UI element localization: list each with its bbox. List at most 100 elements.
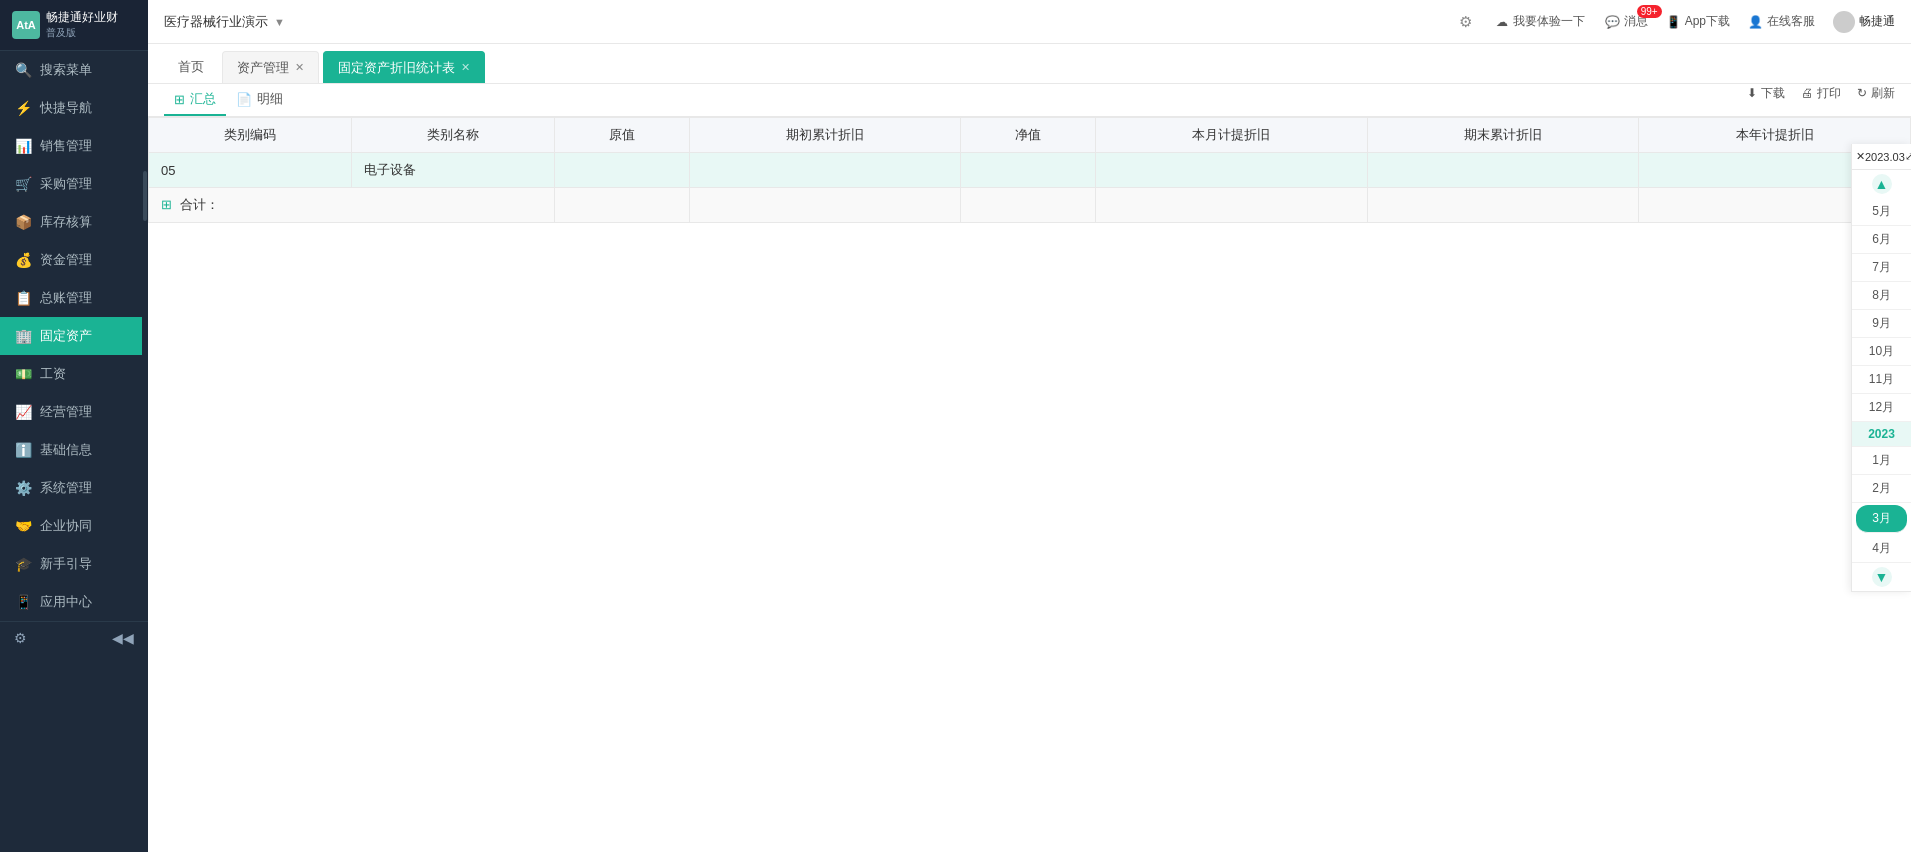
tab-detail[interactable]: 📄 明细 xyxy=(226,84,293,116)
sidebar-item-basic-info[interactable]: ℹ️ 基础信息 xyxy=(0,431,142,469)
month-5[interactable]: 5月 xyxy=(1852,198,1911,226)
experience-btn[interactable]: ☁ 我要体验一下 xyxy=(1488,9,1593,34)
search-icon: 🔍 xyxy=(14,62,32,78)
sidebar-item-guide[interactable]: 🎓 新手引导 xyxy=(0,545,142,583)
collapse-icon[interactable]: ◀◀ xyxy=(112,630,134,646)
nav-down-btn[interactable]: ▼ xyxy=(1872,567,1892,587)
total-icon: ⊞ xyxy=(161,197,172,212)
message-btn[interactable]: 💬 消息 99+ xyxy=(1605,13,1648,30)
table-container: 类别编码 类别名称 原值 期初累计折旧 净值 本月计提折旧 期末累计折旧 本年计… xyxy=(148,117,1911,852)
date-panel: ✕ 2023.03 ⤢ ▲ 5月 6月 7月 8月 9月 10月 11月 12月… xyxy=(1851,144,1911,592)
sidebar-item-quick-nav[interactable]: ⚡ 快捷导航 xyxy=(0,89,142,127)
purchase-icon: 🛒 xyxy=(14,176,32,192)
app-center-icon: 📱 xyxy=(14,594,32,610)
month-10[interactable]: 10月 xyxy=(1852,338,1911,366)
total-row: ⊞ 合计： 791.67 xyxy=(149,188,1911,223)
month-11[interactable]: 11月 xyxy=(1852,366,1911,394)
sidebar: AtA 畅捷通好业财 普及版 🔍 搜索菜单 ⚡ 快捷导航 📊 销售管理 🛒 采购… xyxy=(0,0,148,852)
download-btn[interactable]: ⬇ 下载 xyxy=(1747,85,1785,102)
col-header-monthly: 本月计提折旧 xyxy=(1095,118,1367,153)
sidebar-item-app-center[interactable]: 📱 应用中心 xyxy=(0,583,142,621)
enterprise-icon: 🤝 xyxy=(14,518,32,534)
date-panel-year-display: 2023.03 xyxy=(1865,151,1905,163)
print-btn[interactable]: 🖨 打印 xyxy=(1801,85,1841,102)
inner-tabs: ⊞ 汇总 📄 明细 xyxy=(164,84,293,116)
username: 畅捷通 xyxy=(1859,13,1895,30)
month-12[interactable]: 12月 xyxy=(1852,394,1911,422)
sidebar-item-purchase[interactable]: 🛒 采购管理 xyxy=(0,165,142,203)
cell-code: 05 xyxy=(149,153,352,188)
month-2[interactable]: 2月 xyxy=(1852,475,1911,503)
fixed-assets-icon: 🏢 xyxy=(14,328,32,344)
month-9[interactable]: 9月 xyxy=(1852,310,1911,338)
date-nav-up[interactable]: ▲ xyxy=(1852,170,1911,198)
tab-summary[interactable]: ⊞ 汇总 xyxy=(164,84,226,116)
sales-icon: 📊 xyxy=(14,138,32,154)
topbar-right: 💬 消息 99+ 📱 App下载 👤 在线客服 畅捷通 xyxy=(1605,11,1895,33)
download-icon: ⬇ xyxy=(1747,86,1757,100)
tabbar: 首页 资产管理 ✕ 固定资产折旧统计表 ✕ xyxy=(148,44,1911,84)
month-8[interactable]: 8月 xyxy=(1852,282,1911,310)
cell-total-period-end xyxy=(1367,188,1639,223)
month-4[interactable]: 4月 xyxy=(1852,535,1911,563)
month-7[interactable]: 7月 xyxy=(1852,254,1911,282)
sidebar-item-system[interactable]: ⚙️ 系统管理 xyxy=(0,469,142,507)
cell-total-net xyxy=(961,188,1096,223)
logo-icon: AtA xyxy=(12,11,40,39)
user-menu[interactable]: 畅捷通 xyxy=(1833,11,1895,33)
cell-net xyxy=(961,153,1096,188)
sidebar-logo: AtA 畅捷通好业财 普及版 xyxy=(0,0,148,51)
online-service-btn[interactable]: 👤 在线客服 xyxy=(1748,13,1815,30)
nav-up-btn[interactable]: ▲ xyxy=(1872,174,1892,194)
sidebar-item-finance[interactable]: 💰 资金管理 xyxy=(0,241,142,279)
app-download-btn[interactable]: 📱 App下载 xyxy=(1666,13,1730,30)
content: ⊞ 汇总 📄 明细 ⬇ 下载 🖨 打印 xyxy=(148,84,1911,852)
month-6[interactable]: 6月 xyxy=(1852,226,1911,254)
date-panel-expand[interactable]: ⤢ xyxy=(1905,150,1911,163)
sidebar-item-search[interactable]: 🔍 搜索菜单 xyxy=(0,51,142,89)
sidebar-item-salary[interactable]: 💵 工资 xyxy=(0,355,142,393)
sidebar-item-operations[interactable]: 📈 经营管理 xyxy=(0,393,142,431)
sidebar-item-enterprise[interactable]: 🤝 企业协同 xyxy=(0,507,142,545)
guide-icon: 🎓 xyxy=(14,556,32,572)
month-1[interactable]: 1月 xyxy=(1852,447,1911,475)
date-panel-close[interactable]: ✕ xyxy=(1856,150,1865,163)
settings-icon[interactable]: ⚙ xyxy=(14,630,27,646)
quick-nav-icon: ⚡ xyxy=(14,100,32,116)
gear-icon[interactable]: ⚙ xyxy=(1455,9,1476,35)
service-icon: 👤 xyxy=(1748,15,1763,29)
sidebar-item-sales[interactable]: 📊 销售管理 xyxy=(0,127,142,165)
date-nav-down[interactable]: ▼ xyxy=(1852,563,1911,591)
tab-close-asset[interactable]: ✕ xyxy=(295,61,304,74)
refresh-icon: ↻ xyxy=(1857,86,1867,100)
cell-name: 电子设备 xyxy=(352,153,555,188)
dropdown-arrow-icon: ▼ xyxy=(274,16,285,28)
tab-asset-management[interactable]: 资产管理 ✕ xyxy=(222,51,319,83)
sidebar-item-fixed-assets[interactable]: 🏢 固定资产 xyxy=(0,317,142,355)
sidebar-item-inventory[interactable]: 📦 库存核算 xyxy=(0,203,142,241)
year-2023-label: 2023 xyxy=(1852,422,1911,447)
cell-monthly xyxy=(1095,153,1367,188)
sidebar-item-ledger[interactable]: 📋 总账管理 xyxy=(0,279,142,317)
month-3-active[interactable]: 3月 xyxy=(1856,505,1907,533)
cell-period-end xyxy=(1367,153,1639,188)
cell-initial-dep xyxy=(689,153,961,188)
col-header-period-end: 期末累计折旧 xyxy=(1367,118,1639,153)
date-panel-header: ✕ 2023.03 ⤢ xyxy=(1852,144,1911,170)
message-icon: 💬 xyxy=(1605,15,1620,29)
col-header-name: 类别名称 xyxy=(352,118,555,153)
mobile-icon: 📱 xyxy=(1666,15,1681,29)
tab-close-depreciation[interactable]: ✕ xyxy=(461,61,470,74)
col-header-code: 类别编码 xyxy=(149,118,352,153)
cell-total-initial-dep xyxy=(689,188,961,223)
cell-total-original xyxy=(555,188,690,223)
app-name: 畅捷通好业财 xyxy=(46,10,118,26)
topbar: 医疗器械行业演示 ▼ ⚙ ☁ 我要体验一下 💬 消息 99+ 📱 App下载 👤… xyxy=(148,0,1911,44)
tab-depreciation-report[interactable]: 固定资产折旧统计表 ✕ xyxy=(323,51,485,83)
company-selector[interactable]: 医疗器械行业演示 ▼ xyxy=(164,13,1443,31)
refresh-btn[interactable]: ↻ 刷新 xyxy=(1857,85,1895,102)
sidebar-bottom: ⚙ ◀◀ xyxy=(0,621,148,654)
sidebar-nav: 🔍 搜索菜单 ⚡ 快捷导航 📊 销售管理 🛒 采购管理 📦 库存核算 💰 xyxy=(0,51,142,621)
col-header-net: 净值 xyxy=(961,118,1096,153)
tab-home[interactable]: 首页 xyxy=(164,51,218,83)
